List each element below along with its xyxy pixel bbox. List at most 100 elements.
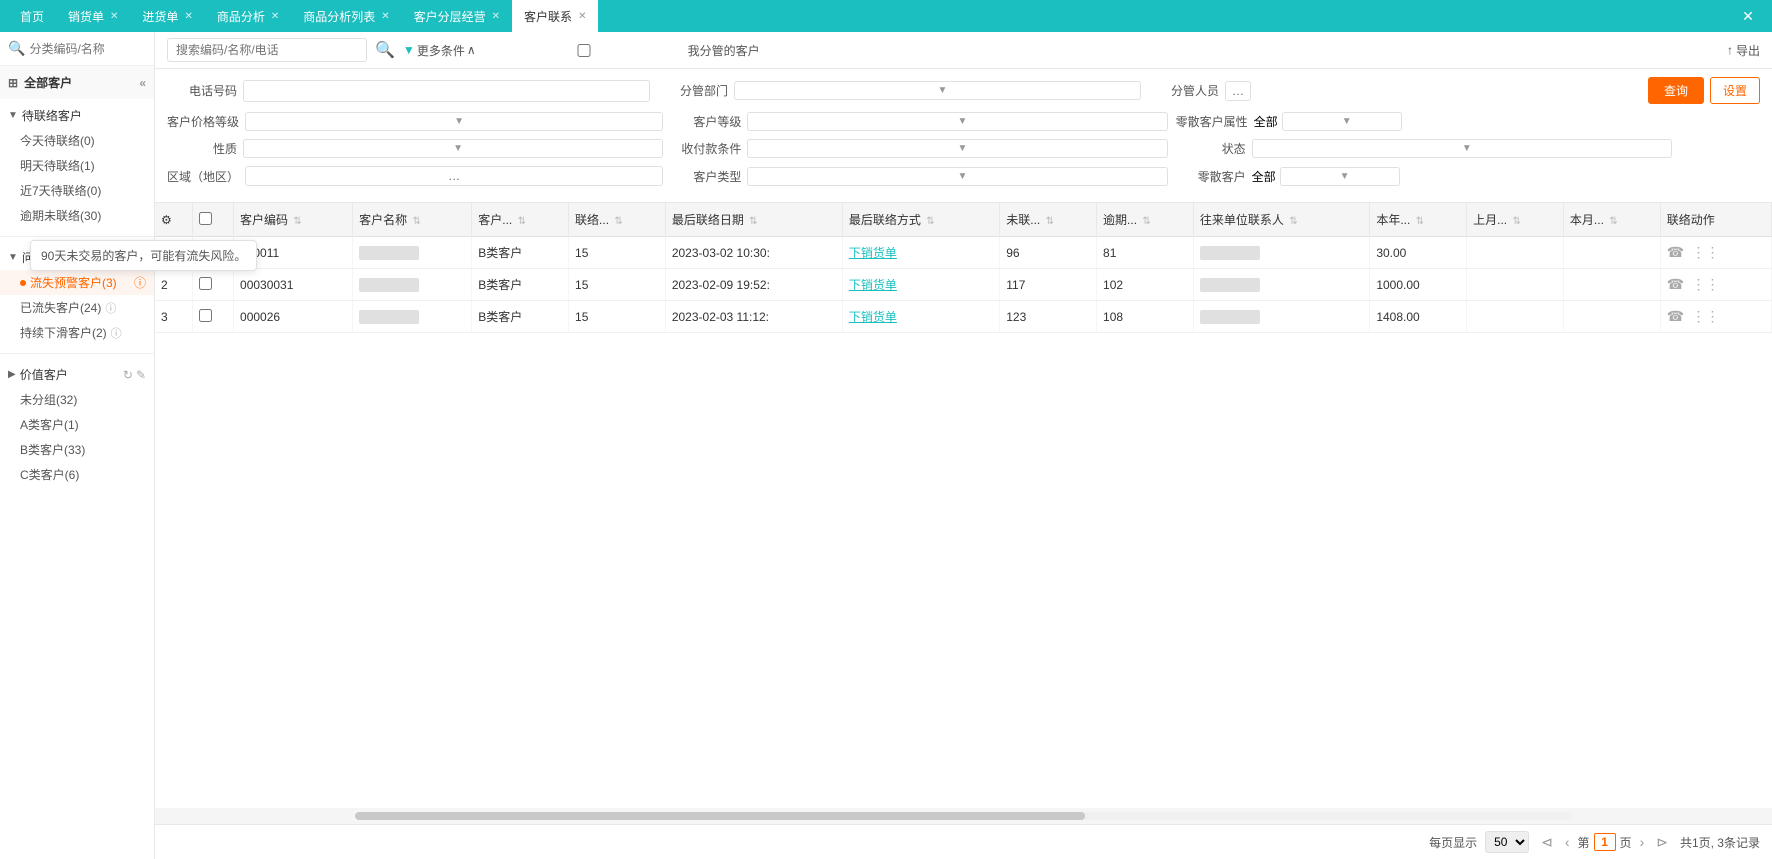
row-checkbox-2[interactable] (192, 301, 233, 333)
unlink-column-header[interactable]: 未联... ⇅ (1000, 203, 1097, 237)
region-ellipsis-btn[interactable]: … (245, 166, 663, 186)
retail-customer-select[interactable]: ▼ (1280, 167, 1400, 186)
last-date-column-header[interactable]: 最后联络日期 ⇅ (665, 203, 842, 237)
sidebar-item-class-a[interactable]: A类客户(1) (0, 412, 154, 437)
close-purchase-order[interactable]: ✕ (184, 11, 192, 22)
sidebar-item-tomorrow-pending[interactable]: 明天待联络(1) (0, 153, 154, 178)
first-page-button[interactable]: ⊲ (1537, 832, 1557, 853)
horizontal-scrollbar[interactable] (355, 812, 1572, 820)
nav-sales-order[interactable]: 销货单 ✕ (56, 0, 130, 32)
customer-level-field: 客户等级 ▼ (671, 112, 1167, 131)
my-customers-checkbox[interactable] (484, 44, 684, 57)
dept-select[interactable]: ▼ (734, 81, 1141, 100)
sidebar-item-churned[interactable]: 已流失客户(24) ⓘ (0, 295, 154, 320)
prev-page-button[interactable]: ‹ (1561, 832, 1574, 852)
select-all-checkbox[interactable] (199, 212, 212, 225)
sidebar-item-overdue-pending[interactable]: 逾期未联络(30) (0, 203, 154, 228)
my-customers-checkbox-label[interactable]: 我分管的客户 (484, 42, 760, 59)
sidebar-item-declining[interactable]: 持续下滑客户(2) ⓘ (0, 320, 154, 345)
row-overdue-2: 108 (1097, 301, 1194, 333)
contact-column-header[interactable]: 联络... ⇅ (569, 203, 666, 237)
value-customers-label[interactable]: ▶ 价值客户 ↻ ✎ (0, 362, 154, 387)
search-button[interactable]: 🔍 (375, 40, 395, 60)
scroll-thumb[interactable] (355, 812, 1085, 820)
row-last-way-2[interactable]: 下销货单 (842, 301, 999, 333)
code-column-header[interactable]: 客户编码 ⇅ (234, 203, 353, 237)
row-last-way-1[interactable]: 下销货单 (842, 269, 999, 301)
more-conditions-button[interactable]: ▼ 更多条件 ∧ (403, 42, 476, 59)
more-action-icon-1[interactable]: ⋮⋮ (1692, 276, 1720, 292)
window-close-button[interactable]: ✕ (1732, 0, 1764, 32)
contact-action-icon-2[interactable]: ☎ (1667, 308, 1684, 324)
edit-icon[interactable]: ✎ (136, 368, 146, 382)
nature-select[interactable]: ▼ (243, 139, 663, 158)
close-customer-segmentation[interactable]: ✕ (492, 11, 500, 22)
refresh-icon[interactable]: ↻ (123, 368, 133, 382)
nav-customer-segmentation[interactable]: 客户分层经营 ✕ (402, 0, 512, 32)
type-column-header[interactable]: 客户... ⇅ (472, 203, 569, 237)
retail-attr-label: 零散客户属性 (1176, 113, 1248, 130)
row-select-checkbox-2[interactable] (199, 309, 212, 322)
search-input[interactable] (167, 38, 367, 62)
manager-ellipsis-btn[interactable]: … (1225, 81, 1251, 101)
row-checkbox-1[interactable] (192, 269, 233, 301)
row-select-checkbox-1[interactable] (199, 277, 212, 290)
phone-input[interactable] (243, 80, 650, 102)
query-button[interactable]: 查询 (1648, 77, 1704, 104)
sidebar-item-today-pending[interactable]: 今天待联络(0) (0, 128, 154, 153)
nav-customer-contact[interactable]: 客户联系 ✕ (512, 0, 598, 32)
nav-home[interactable]: 首页 (8, 0, 56, 32)
retail-attr-select[interactable]: ▼ (1282, 112, 1402, 131)
sidebar-item-class-c[interactable]: C类客户(6) (0, 462, 154, 487)
last-way-column-header[interactable]: 最后联络方式 ⇅ (842, 203, 999, 237)
nature-label: 性质 (167, 140, 237, 157)
sidebar-item-class-b[interactable]: B类客户(33) (0, 437, 154, 462)
retail-attr-value: 全部 (1254, 113, 1278, 130)
customer-level-select[interactable]: ▼ (747, 112, 1167, 131)
sidebar-item-ungroups[interactable]: 未分组(32) (0, 387, 154, 412)
collapse-icon: « (139, 76, 146, 90)
export-button[interactable]: ↑ 导出 (1727, 42, 1760, 59)
row-last-date-1: 2023-02-09 19:52: (665, 269, 842, 301)
name-column-header[interactable]: 客户名称 ⇅ (353, 203, 472, 237)
last-page-button[interactable]: ⊳ (1652, 832, 1672, 853)
row-last-way-0[interactable]: 下销货单 (842, 237, 999, 269)
page-size-select[interactable]: 50 (1485, 831, 1529, 853)
close-product-analysis-list[interactable]: ✕ (381, 11, 389, 22)
contact-person-column-header[interactable]: 往来单位联系人 ⇅ (1193, 203, 1369, 237)
contact-action-icon-0[interactable]: ☎ (1667, 244, 1684, 260)
last-month-column-header[interactable]: 上月... ⇅ (1467, 203, 1564, 237)
row-contact-0: 15 (569, 237, 666, 269)
row-contact-person-2 (1193, 301, 1369, 333)
pending-contact-label[interactable]: ▼ 待联络客户 (0, 103, 154, 128)
payment-select[interactable]: ▼ (747, 139, 1167, 158)
this-month-column-header[interactable]: 本月... ⇅ (1563, 203, 1660, 237)
overdue-column-header[interactable]: 逾期... ⇅ (1097, 203, 1194, 237)
retail-customer-caret-icon: ▼ (1340, 171, 1393, 182)
nav-product-analysis-list[interactable]: 商品分析列表 ✕ (291, 0, 401, 32)
settings-button[interactable]: 设置 (1710, 77, 1760, 104)
sidebar-search-input[interactable] (29, 42, 155, 56)
price-level-select[interactable]: ▼ (245, 112, 663, 131)
unlink-sort-icon: ⇅ (1046, 216, 1054, 227)
settings-column-header[interactable]: ⚙ (155, 203, 192, 237)
close-sales-order[interactable]: ✕ (110, 11, 118, 22)
sidebar-item-churn-warning[interactable]: 流失预警客户(3) ⓘ (0, 270, 154, 295)
more-action-icon-2[interactable]: ⋮⋮ (1692, 308, 1720, 324)
status-select[interactable]: ▼ (1252, 139, 1672, 158)
more-action-icon-0[interactable]: ⋮⋮ (1692, 244, 1720, 260)
close-customer-contact[interactable]: ✕ (578, 11, 586, 22)
customer-type-select[interactable]: ▼ (747, 167, 1167, 186)
declining-info-icon: ⓘ (111, 325, 122, 341)
sidebar-item-7days-pending[interactable]: 近7天待联络(0) (0, 178, 154, 203)
row-this-month-2 (1563, 301, 1660, 333)
this-year-column-header[interactable]: 本年... ⇅ (1370, 203, 1467, 237)
row-actions-2: ☎ ⋮⋮ (1660, 301, 1771, 333)
nav-product-analysis[interactable]: 商品分析 ✕ (205, 0, 291, 32)
all-customers-header[interactable]: ⊞ 全部客户 « (0, 66, 154, 99)
close-product-analysis[interactable]: ✕ (271, 11, 279, 22)
contact-action-icon-1[interactable]: ☎ (1667, 276, 1684, 292)
next-page-button[interactable]: › (1636, 832, 1649, 852)
sidebar-search-icon: 🔍 (8, 40, 25, 57)
nav-purchase-order[interactable]: 进货单 ✕ (130, 0, 204, 32)
